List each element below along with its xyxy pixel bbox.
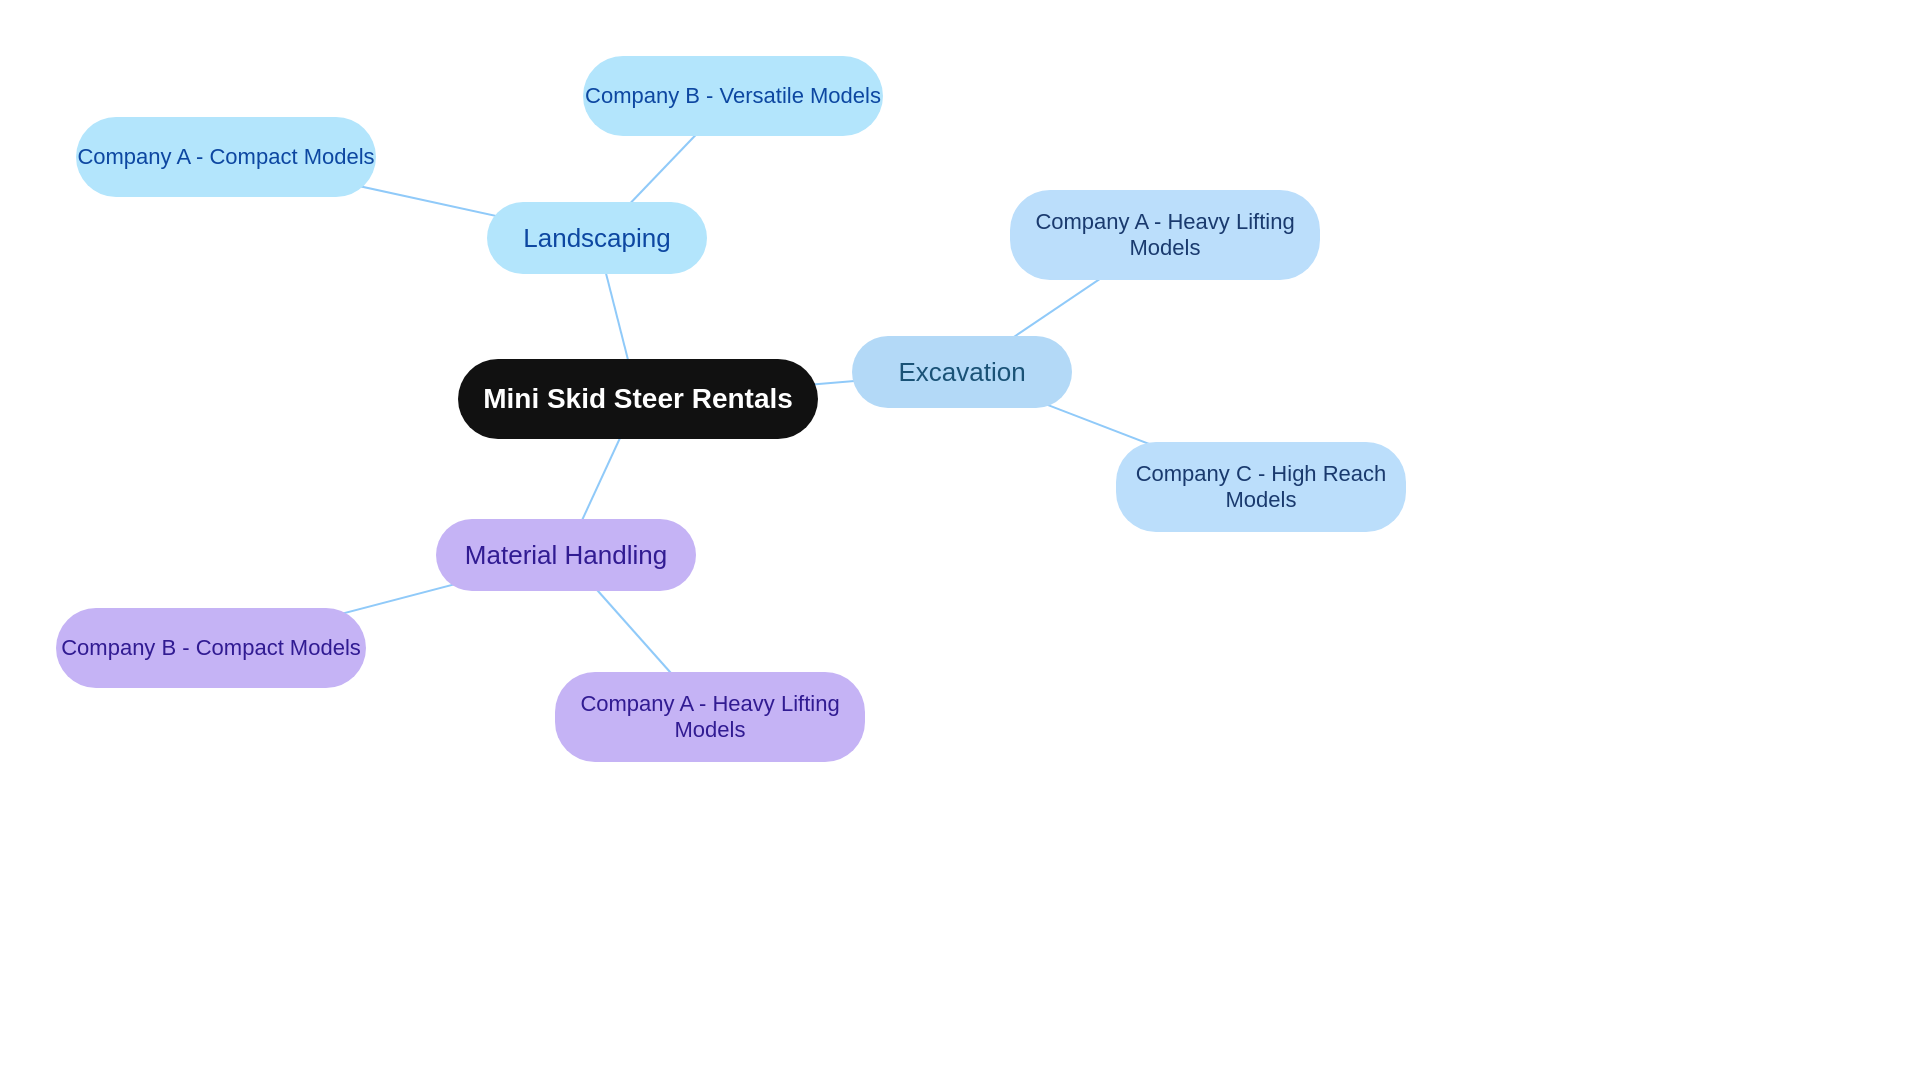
excavation-node[interactable]: Excavation: [852, 336, 1072, 408]
company-c-high-reach-node[interactable]: Company C - High Reach Models: [1116, 442, 1406, 532]
company-a-heavy-material-node[interactable]: Company A - Heavy Lifting Models: [555, 672, 865, 762]
company-a-heavy-excavation-node[interactable]: Company A - Heavy Lifting Models: [1010, 190, 1320, 280]
company-b-versatile-node[interactable]: Company B - Versatile Models: [583, 56, 883, 136]
landscaping-node[interactable]: Landscaping: [487, 202, 707, 274]
center-node[interactable]: Mini Skid Steer Rentals: [458, 359, 818, 439]
company-b-compact-node[interactable]: Company B - Compact Models: [56, 608, 366, 688]
material-handling-node[interactable]: Material Handling: [436, 519, 696, 591]
company-a-compact-node[interactable]: Company A - Compact Models: [76, 117, 376, 197]
